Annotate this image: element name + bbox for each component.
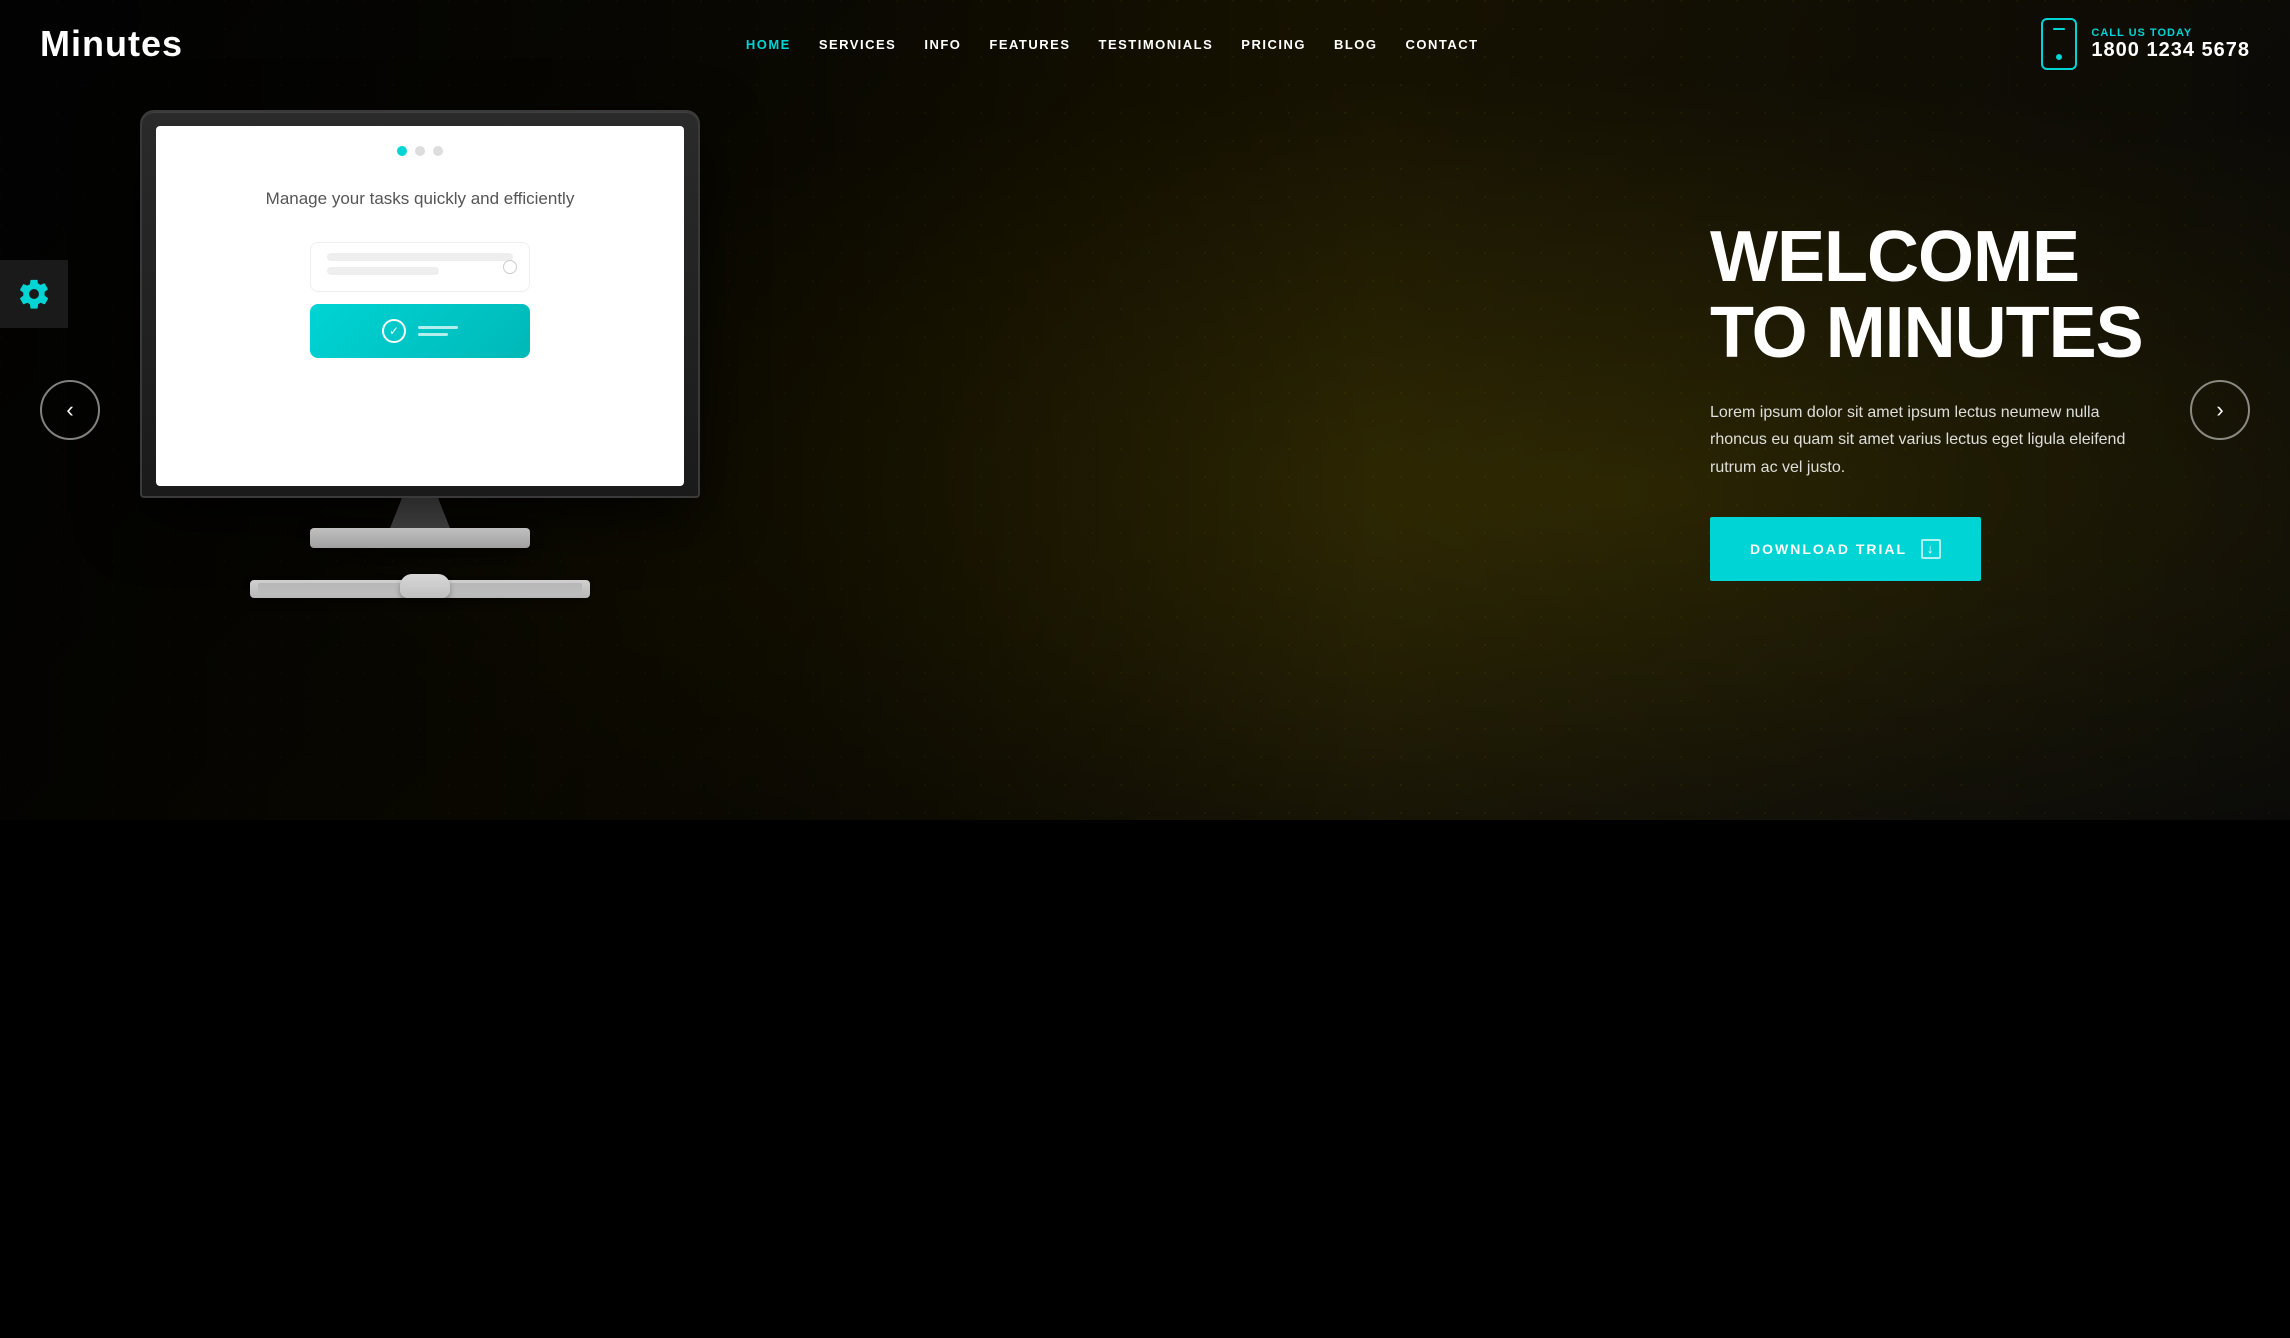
card-line-full xyxy=(327,253,513,261)
hero-section: Minutes HOME SERVICES INFO FEATURES TEST… xyxy=(0,0,2290,820)
monitor-base-shadow xyxy=(290,552,550,560)
download-label: DOWNLOAD TRIAL xyxy=(1750,541,1907,557)
screen-card-1 xyxy=(310,242,530,292)
hero-description: Lorem ipsum dolor sit amet ipsum lectus … xyxy=(1710,399,2130,481)
check-icon: ✓ xyxy=(382,319,406,343)
slider-prev-button[interactable]: ‹ xyxy=(40,380,100,440)
hero-title-line2: TO MINUTES xyxy=(1710,293,2143,373)
chevron-right-icon: › xyxy=(2216,397,2223,423)
phone-number[interactable]: 1800 1234 5678 xyxy=(2091,39,2250,62)
phone-text-block: CALL US TODAY 1800 1234 5678 xyxy=(2091,27,2250,62)
nav-item-features[interactable]: FEATURES xyxy=(989,37,1070,52)
monitor-screen: Manage your tasks quickly and efficientl… xyxy=(156,126,684,486)
card-icon xyxy=(503,260,517,274)
hero-title-line1: WELCOME xyxy=(1710,217,2079,297)
screen-cta: ✓ xyxy=(310,304,530,358)
call-label: CALL US TODAY xyxy=(2091,27,2250,39)
hero-title: WELCOME TO MINUTES xyxy=(1710,220,2190,371)
nav-item-contact[interactable]: CONTACT xyxy=(1406,37,1479,52)
chevron-left-icon: ‹ xyxy=(66,397,73,423)
nav-item-testimonials[interactable]: TESTIMONIALS xyxy=(1099,37,1214,52)
monitor-display: Manage your tasks quickly and efficientl… xyxy=(100,110,740,598)
settings-button[interactable] xyxy=(0,260,68,328)
screen-tagline: Manage your tasks quickly and efficientl… xyxy=(266,186,575,212)
monitor-bezel: Manage your tasks quickly and efficientl… xyxy=(140,110,700,498)
download-arrow-icon: ↓ xyxy=(1921,539,1941,559)
btn-lines xyxy=(418,326,458,336)
nav-item-pricing[interactable]: PRICING xyxy=(1241,37,1306,52)
nav-item-home[interactable]: HOME xyxy=(746,37,791,52)
mouse xyxy=(400,574,450,598)
monitor-outer: Manage your tasks quickly and efficientl… xyxy=(140,110,700,598)
download-trial-button[interactable]: DOWNLOAD TRIAL ↓ xyxy=(1710,517,1981,581)
dot-inactive-2 xyxy=(433,146,443,156)
nav-item-services[interactable]: SERVICES xyxy=(819,37,897,52)
site-logo[interactable]: Minutes xyxy=(40,23,183,65)
nav-item-blog[interactable]: BLOG xyxy=(1334,37,1378,52)
screen-dots xyxy=(397,146,443,156)
phone-icon xyxy=(2041,18,2077,70)
dot-inactive-1 xyxy=(415,146,425,156)
keyboard-wrapper xyxy=(140,560,700,598)
keyboard xyxy=(250,580,590,598)
hero-content: WELCOME TO MINUTES Lorem ipsum dolor sit… xyxy=(1710,220,2190,581)
card-line-short xyxy=(327,267,439,275)
phone-cta: CALL US TODAY 1800 1234 5678 xyxy=(2041,18,2250,70)
btn-line-1 xyxy=(418,326,458,329)
btn-line-2 xyxy=(418,333,448,336)
monitor-base xyxy=(310,528,530,548)
gear-icon xyxy=(17,277,51,311)
nav-item-info[interactable]: INFO xyxy=(924,37,961,52)
monitor-neck xyxy=(390,498,450,528)
dot-active xyxy=(397,146,407,156)
slider-next-button[interactable]: › xyxy=(2190,380,2250,440)
main-nav: HOME SERVICES INFO FEATURES TESTIMONIALS… xyxy=(746,37,1479,52)
site-header: Minutes HOME SERVICES INFO FEATURES TEST… xyxy=(0,0,2290,88)
